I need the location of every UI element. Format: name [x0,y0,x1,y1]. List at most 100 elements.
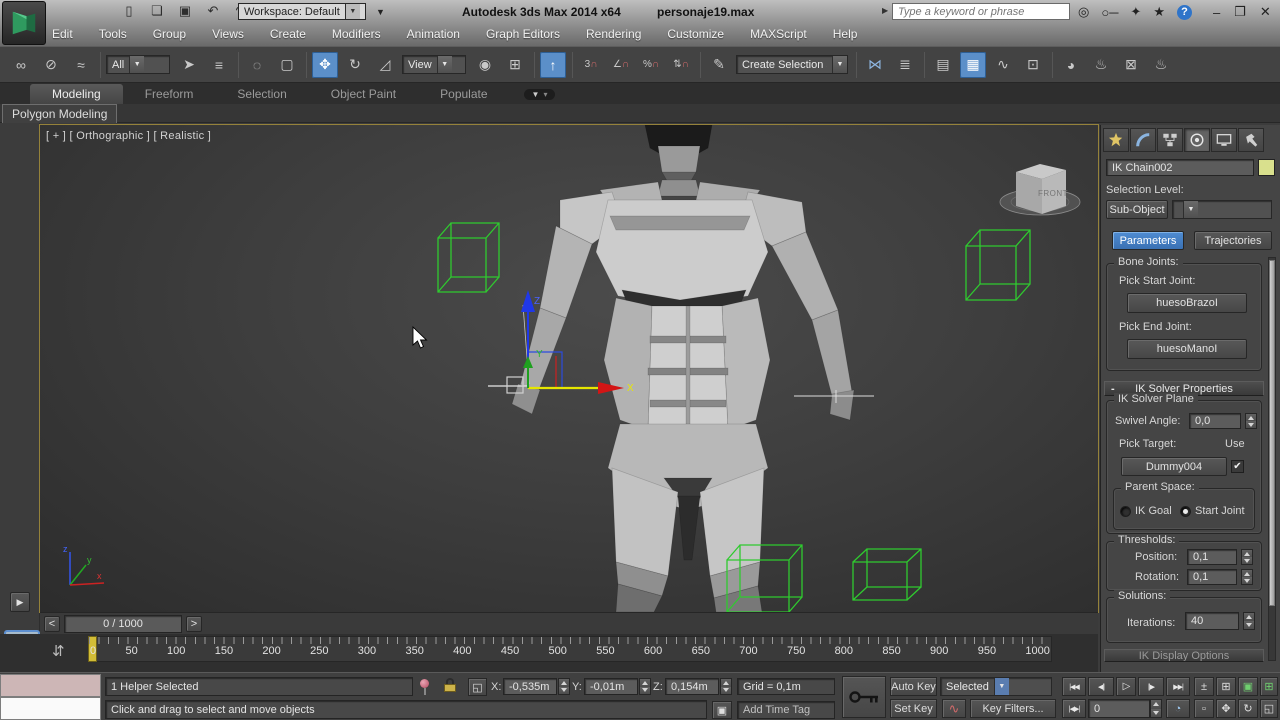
previous-frame-button[interactable]: ◀|| [1088,677,1114,696]
zoom-extents-all-icon[interactable]: ⊞ [1260,677,1278,696]
position-field[interactable]: 0,1 [1187,549,1237,565]
rotation-field[interactable]: 0,1 [1187,569,1237,585]
bind-to-space-warp-icon[interactable]: ≈ [68,52,94,78]
search-icon[interactable]: ◎ [1078,4,1089,20]
time-prev-button[interactable]: < [44,616,60,632]
mirror-icon[interactable]: ⋈ [862,52,888,78]
ribbon-tab-populate[interactable]: Populate [418,84,509,104]
ik-display-options-rollout[interactable]: IK Display Options [1104,649,1264,662]
curve-editor-icon[interactable]: ∿ [990,52,1016,78]
current-frame-field[interactable]: 0 [1088,699,1150,718]
search-input[interactable] [892,3,1070,20]
rotation-spinner[interactable] [1241,569,1253,585]
next-frame-button[interactable]: ||▶ [1138,677,1164,696]
iterations-spinner[interactable] [1243,612,1255,630]
viewport[interactable]: [ + ] [ Orthographic ] [ Realistic ] Z Y… [39,124,1099,613]
select-and-link-icon[interactable]: ∞ [8,52,34,78]
window-crossing-icon[interactable]: ▢ [274,52,300,78]
tab-create-icon[interactable] [1103,128,1129,152]
workspace-dropdown-icon[interactable]: ▼ [344,4,360,19]
go-to-start-button[interactable]: |◀◀ [1062,677,1086,696]
menu-item[interactable]: MAXScript [750,27,807,41]
key-filter-dropdown-icon[interactable]: ▼ [993,678,1009,695]
angle-snap-icon[interactable]: ∠ ∩ [608,52,634,78]
reference-coordinate-arrow-icon[interactable]: ▼ [436,56,452,73]
time-configuration-button[interactable]: ◔ [1166,699,1190,718]
percent-snap-icon[interactable]: % ∩ [638,52,664,78]
workspace-flyout-icon[interactable]: ▼ [376,7,385,17]
new-file-icon[interactable]: ▯ [120,3,138,19]
menu-item[interactable]: Graph Editors [486,27,560,41]
keyboard-shortcut-override-icon[interactable]: ↑ [540,51,566,78]
named-selection-sets-arrow-icon[interactable]: ▼ [832,56,847,73]
sub-object-button[interactable]: Sub-Object [1106,200,1168,219]
restore-icon[interactable]: ❐ [1234,4,1246,20]
x-coordinate-field[interactable]: -0,535m [503,678,557,695]
sub-object-level-dropdown[interactable]: ▼ [1172,200,1272,219]
maxscript-listener-pink[interactable] [0,674,101,697]
menu-item[interactable]: Group [153,27,186,41]
position-spinner[interactable] [1241,549,1253,565]
ribbon-tab-freeform[interactable]: Freeform [123,84,216,104]
frame-display[interactable]: 0 / 1000 [64,615,182,633]
tab-display-icon[interactable] [1211,128,1237,152]
go-to-end-button[interactable]: ▶▶| [1166,677,1190,696]
viewport-layout-tab-button[interactable]: ▶ [10,592,30,612]
edit-named-selection-sets-icon[interactable]: ✎ [706,52,732,78]
use-pivot-center-icon[interactable]: ◉ [472,52,498,78]
layer-manager-icon[interactable]: ▤ [930,52,956,78]
selection-region-icon[interactable]: ◌ [244,52,270,78]
rendered-frame-window-icon[interactable]: ⊠ [1118,52,1144,78]
auto-key-button[interactable]: Auto Key [890,677,937,696]
region-zoom-icon[interactable]: ▫ [1194,699,1214,718]
minimize-icon[interactable]: – [1213,5,1220,20]
x-spinner[interactable] [558,678,570,695]
panel-scrollbar[interactable] [1268,257,1276,661]
ribbon-minimize-button[interactable]: ▼ ▾ [523,89,556,100]
viewcube-front-label[interactable]: FRONT [1038,189,1068,198]
sub-object-dropdown-icon[interactable]: ▼ [1183,201,1198,218]
panel-scrollbar-thumb[interactable] [1269,260,1275,606]
open-file-icon[interactable]: ❏ [148,3,166,19]
swivel-angle-spinner[interactable] [1245,413,1257,429]
menu-item[interactable]: Edit [52,27,73,41]
menu-item[interactable]: Modifiers [332,27,381,41]
unlink-selection-icon[interactable]: ⊘ [38,52,64,78]
zoom-all-icon[interactable]: ⊞ [1216,677,1236,696]
application-button[interactable] [2,1,46,45]
time-tag-icon[interactable]: ▣ [712,701,732,719]
character-model[interactable] [511,125,855,612]
play-button[interactable]: ▷ [1116,677,1136,696]
new-key-curve-icon[interactable]: ∿ [942,699,966,718]
spinner-snap-icon[interactable]: ⇅ ∩ [668,52,694,78]
ribbon-tab-modeling[interactable]: Modeling [30,84,123,104]
frame-spinner[interactable] [1150,699,1162,718]
z-spinner[interactable] [720,678,732,695]
ribbon-tab-object-paint[interactable]: Object Paint [309,84,418,104]
align-icon[interactable]: ≣ [892,52,918,78]
object-color-swatch[interactable] [1258,159,1275,176]
add-time-tag[interactable]: Add Time Tag [737,701,835,719]
menu-item[interactable]: Create [270,27,306,41]
use-target-checkbox[interactable]: ✔ [1231,460,1244,473]
ik-goal-radio[interactable] [1120,506,1131,517]
tab-modify-icon[interactable] [1130,128,1156,152]
tab-motion-icon[interactable] [1184,128,1210,152]
schematic-view-icon[interactable]: ⊡ [1020,52,1046,78]
y-coordinate-field[interactable]: -0,01m [584,678,638,695]
toggle-ribbon-icon[interactable]: ▦ [960,51,986,78]
menu-item[interactable]: Animation [407,27,460,41]
select-and-move-icon[interactable]: ✥ [312,51,338,78]
swivel-angle-field[interactable]: 0,0 [1189,413,1241,429]
menu-item[interactable]: Views [212,27,244,41]
z-coordinate-field[interactable]: 0,154m [665,678,719,695]
isolate-selection-icon[interactable] [420,679,429,695]
y-spinner[interactable] [639,678,651,695]
reference-coordinate-dropdown[interactable]: View ▼ [402,55,466,74]
menu-item[interactable]: Customize [667,27,724,41]
start-joint-button[interactable]: huesoBrazoI [1127,293,1247,313]
end-joint-button[interactable]: huesoManoI [1127,339,1247,359]
subscription-key-icon[interactable]: ○─ [1101,5,1118,20]
object-name-field[interactable]: IK Chain002 [1106,159,1254,176]
tab-hierarchy-icon[interactable] [1157,128,1183,152]
